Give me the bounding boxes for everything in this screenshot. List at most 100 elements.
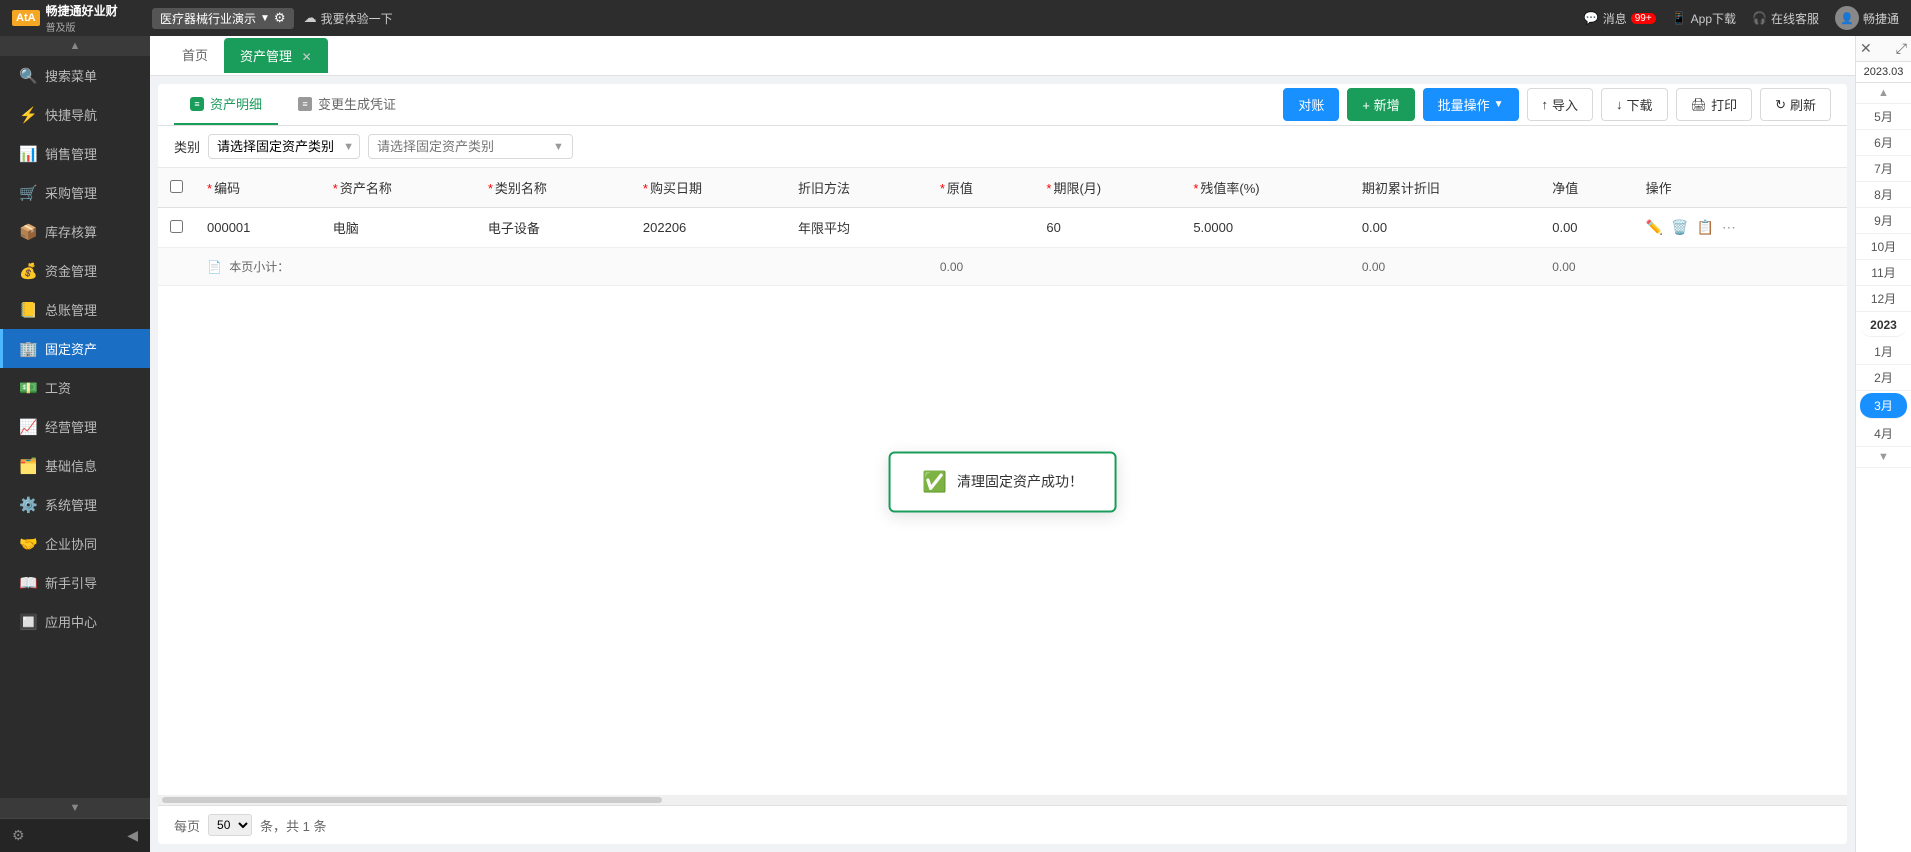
tab-close-icon[interactable]: ✕ [302,50,312,64]
sidebar-item-app-center[interactable]: 🔲 应用中心 [0,602,150,641]
import-btn[interactable]: ↑ 导入 [1527,88,1594,121]
online-service-btn[interactable]: 🎧 在线客服 [1752,10,1819,27]
calendar-year-2023[interactable]: 2023 [1860,314,1907,337]
print-icon: 🖨 [1691,97,1708,113]
select-all-checkbox[interactable] [170,180,183,193]
per-page-select[interactable]: 50 [208,814,252,836]
sidebar-scroll-down[interactable]: ▼ [0,798,150,818]
calendar-scroll-down[interactable]: ▼ [1856,447,1911,468]
calendar-month-4[interactable]: 4月 [1856,421,1911,447]
td-residual-rate: 5.0000 [1181,208,1350,248]
subtotal-original-value: 0.00 [928,248,1035,286]
tab-home[interactable]: 首页 [166,37,224,74]
scrollbar-wrap [158,795,1847,805]
sidebar-settings-icon[interactable]: ⚙ [12,827,25,844]
filter-category-select[interactable]: 请选择固定资产类别电子设备机器设备运输工具办公家具 [208,134,360,159]
sidebar-item-funds[interactable]: 💰 资金管理 [0,251,150,290]
message-btn[interactable]: 💬 消息 99+ [1584,10,1656,27]
calendar-collapse-icon[interactable]: ✕ [1860,40,1872,57]
sidebar-item-guide[interactable]: 📖 新手引导 [0,563,150,602]
td-purchase-date: 202206 [631,208,786,248]
sidebar-item-ledger[interactable]: 📒 总账管理 [0,290,150,329]
sidebar-item-label: 搜索菜单 [45,66,97,85]
calendar-month-9[interactable]: 9月 [1856,208,1911,234]
filter-category-input[interactable] [377,139,553,154]
guide-icon: 📖 [19,574,37,592]
sidebar-item-search[interactable]: 🔍 搜索菜单 [0,56,150,95]
sidebar-item-label: 新手引导 [45,573,97,592]
tab-asset-management[interactable]: 资产管理 ✕ [224,38,328,73]
sidebar-item-fixed-assets[interactable]: 🏢 固定资产 [0,329,150,368]
sidebar-item-salary[interactable]: 💵 工资 [0,368,150,407]
ledger-icon: 📒 [19,301,37,319]
calendar-month-6[interactable]: 6月 [1856,130,1911,156]
new-btn[interactable]: + 新增 [1347,88,1414,121]
sidebar-item-system[interactable]: ⚙️ 系统管理 [0,485,150,524]
sidebar-item-label: 基础信息 [45,456,97,475]
th-initial-accumulated-depreciation: 期初累计折旧 [1350,168,1540,208]
th-code: *编码 [195,168,321,208]
calendar-scroll-up[interactable]: ▲ [1856,83,1911,104]
more-icon[interactable]: ⋯ [1722,219,1736,236]
page-content: ≡ 资产明细 ≡ 变更生成凭证 对账 + 新增 批量操作 ▼ [158,84,1847,844]
calendar-month-3-current[interactable]: 3月 [1860,393,1907,419]
calendar-month-10[interactable]: 10月 [1856,234,1911,260]
delete-icon[interactable]: 🗑️ [1671,219,1688,236]
reconcile-btn[interactable]: 对账 [1283,88,1339,121]
sidebar-item-label: 应用中心 [45,612,97,631]
sub-tab-asset-detail[interactable]: ≡ 资产明细 [174,84,278,125]
right-sidebar-calendar: ✕ ⤢ 2023.03 ▲ 5月 6月 7月 8月 9月 10月 11月 12月… [1855,36,1911,852]
experience-btn[interactable]: ☁ 我要体验一下 [304,10,393,27]
td-name: 电脑 [321,208,476,248]
calendar-month-8[interactable]: 8月 [1856,182,1911,208]
copy-icon[interactable]: 📋 [1696,219,1713,236]
print-btn[interactable]: 🖨 打印 [1676,88,1753,121]
td-category: 电子设备 [476,208,631,248]
filter-row: 类别 请选择固定资产类别电子设备机器设备运输工具办公家具 ▼ ▼ [158,126,1847,168]
sub-tab-change-voucher[interactable]: ≡ 变更生成凭证 [282,84,412,125]
sidebar-item-sales[interactable]: 📊 销售管理 [0,134,150,173]
sidebar-scroll-up[interactable]: ▲ [0,36,150,56]
sidebar-item-base-info[interactable]: 🗂️ 基础信息 [0,446,150,485]
table-header-row: *编码 *资产名称 *类别名称 *购买日期 折旧方法 *原值 *期限(月) *残… [158,168,1847,208]
calendar-month-2[interactable]: 2月 [1856,365,1911,391]
sidebar-item-label: 固定资产 [45,339,97,358]
download-btn[interactable]: ↓ 下载 [1601,88,1668,121]
filter-input-dropdown-icon[interactable]: ▼ [553,141,564,153]
change-voucher-tab-icon: ≡ [298,97,312,111]
inventory-icon: 📦 [19,223,37,241]
calendar-month-7[interactable]: 7月 [1856,156,1911,182]
subtotal-period [1034,248,1181,286]
sidebar-item-quick-nav[interactable]: ⚡ 快捷导航 [0,95,150,134]
message-badge: 99+ [1631,13,1656,24]
sidebar-item-inventory[interactable]: 📦 库存核算 [0,212,150,251]
app-download-btn[interactable]: 📱 App下载 [1672,10,1736,27]
user-menu[interactable]: 👤 畅捷通 [1835,6,1899,30]
sidebar-item-purchase[interactable]: 🛒 采购管理 [0,173,150,212]
company-selector[interactable]: 医疗器械行业演示 ▼ ⚙ [152,8,294,29]
subtotal-checkbox-col [158,248,195,286]
sidebar-item-enterprise[interactable]: 🤝 企业协同 [0,524,150,563]
edit-icon[interactable]: ✏️ [1646,219,1663,236]
th-category: *类别名称 [476,168,631,208]
sidebar-bottom: ⚙ ◀ [0,818,150,852]
settings-icon[interactable]: ⚙ [274,10,286,26]
batch-ops-btn[interactable]: 批量操作 ▼ [1423,88,1519,121]
th-original-value: *原值 [928,168,1035,208]
row-checkbox[interactable] [170,220,183,233]
refresh-btn[interactable]: ↻ 刷新 [1760,88,1831,121]
calendar-expand-icon[interactable]: ⤢ [1896,40,1907,57]
sidebar-collapse-icon[interactable]: ◀ [127,827,138,844]
th-checkbox [158,168,195,208]
table-row: 000001 电脑 电子设备 202206 年限平均 60 5.0000 0.0… [158,208,1847,248]
sidebar-item-label: 快捷导航 [45,105,97,124]
pagination-row: 每页 50 条，共 1 条 [158,805,1847,844]
th-residual-rate: *残值率(%) [1181,168,1350,208]
calendar-month-11[interactable]: 11月 [1856,260,1911,286]
app-download-icon: 📱 [1672,11,1687,25]
calendar-month-5[interactable]: 5月 [1856,104,1911,130]
calendar-month-12[interactable]: 12月 [1856,286,1911,312]
sidebar-item-operations[interactable]: 📈 经营管理 [0,407,150,446]
scrollbar-thumb[interactable] [162,797,662,803]
calendar-month-1[interactable]: 1月 [1856,339,1911,365]
